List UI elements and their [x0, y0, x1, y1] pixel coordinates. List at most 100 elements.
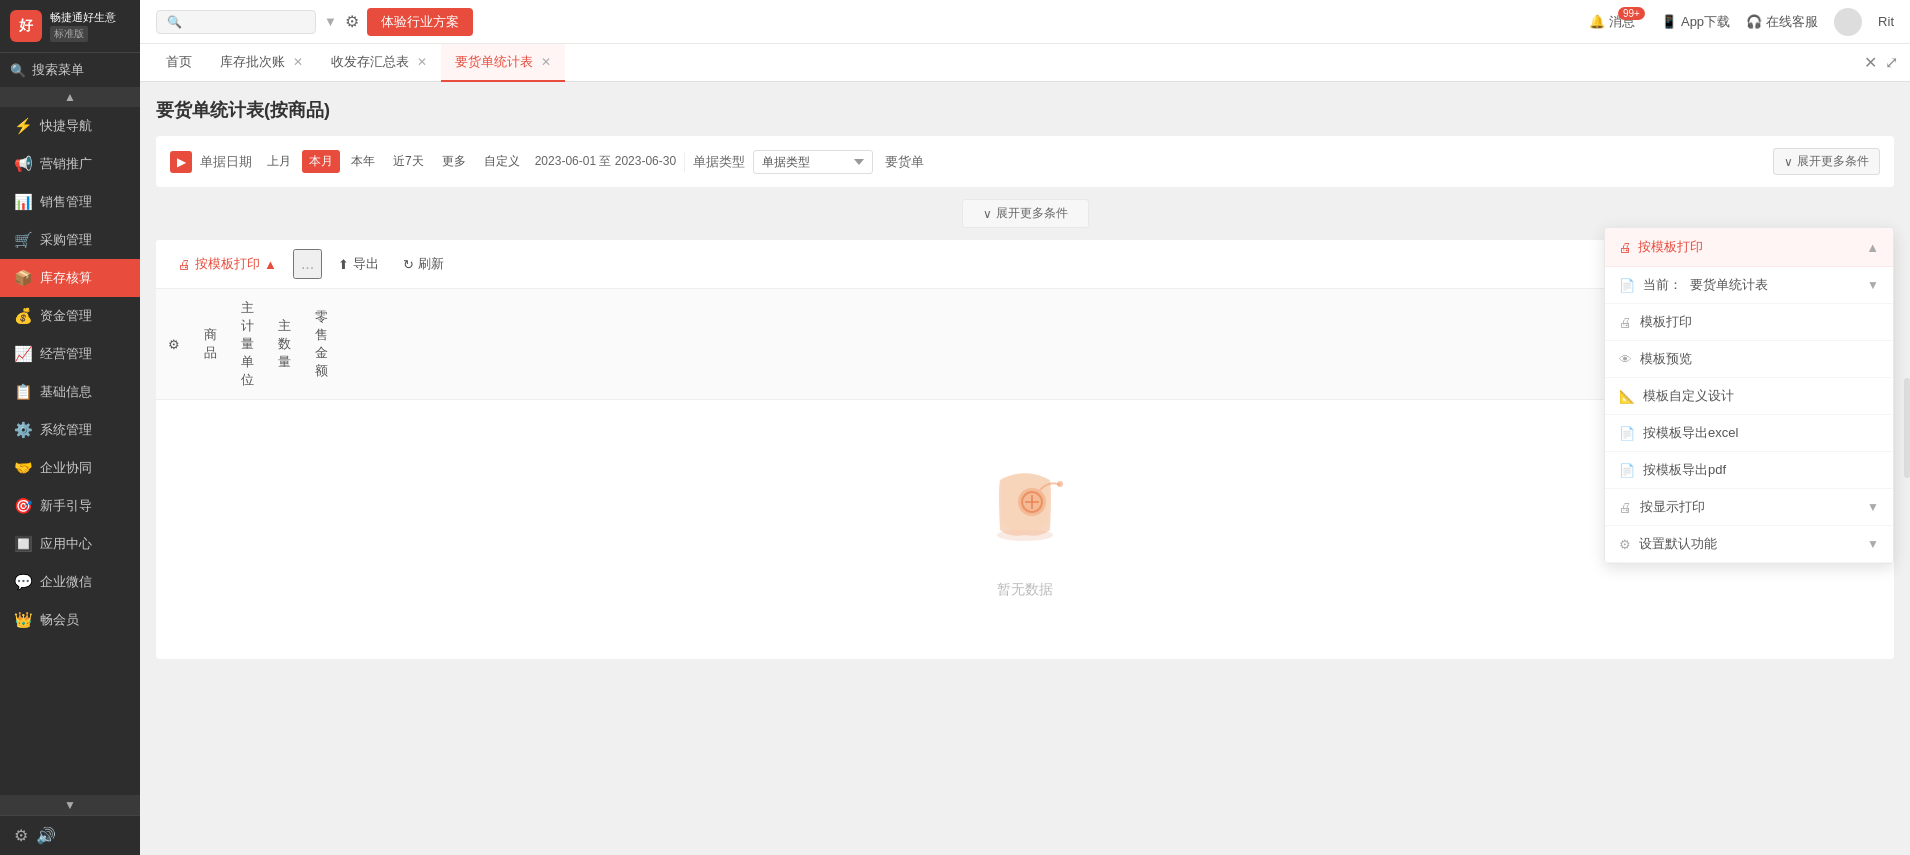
col-settings[interactable]: ⚙: [156, 289, 192, 400]
tab-home[interactable]: 首页: [152, 44, 206, 82]
dropdown-export-excel-icon: 📄: [1619, 426, 1635, 441]
date-btn-last-7-days[interactable]: 近7天: [386, 150, 431, 173]
sidebar-scroll-down[interactable]: ▼: [0, 795, 140, 815]
sidebar-item-wechat[interactable]: 💬 企业微信: [0, 563, 140, 601]
settings-bottom-icon[interactable]: ⚙: [14, 826, 28, 845]
dropdown-header[interactable]: 🖨 按模板打印 ▲: [1605, 228, 1893, 267]
export-btn[interactable]: ⬆ 导出: [330, 251, 387, 277]
date-btn-this-month[interactable]: 本月: [302, 150, 340, 173]
app-logo: 好 畅捷通好生意 标准版: [0, 0, 140, 53]
more-filter-btn[interactable]: ∨ 展开更多条件: [1773, 148, 1880, 175]
sidebar-item-label: 应用中心: [40, 535, 92, 553]
dropdown-template-print[interactable]: 🖨 模板打印: [1605, 304, 1893, 341]
purchase-icon: 🛒: [14, 231, 32, 249]
date-range-display: 2023-06-01 至 2023-06-30: [535, 153, 676, 170]
topbar: 🔍 ▼ ⚙ 体验行业方案 🔔 消息 99+ 📱 App下载 🎧 在线客服 Rit: [140, 0, 1910, 44]
sidebar-item-label: 系统管理: [40, 421, 92, 439]
filter-expand-icon[interactable]: ▶: [170, 151, 192, 173]
sidebar-item-apps[interactable]: 🔲 应用中心: [0, 525, 140, 563]
user-avatar[interactable]: [1834, 8, 1862, 36]
trial-btn[interactable]: 体验行业方案: [367, 8, 473, 36]
tab-inventory-batch[interactable]: 库存批次账 ✕: [206, 44, 317, 82]
window-expand-icon[interactable]: ⤢: [1885, 53, 1898, 72]
sidebar-item-inventory[interactable]: 📦 库存核算: [0, 259, 140, 297]
dropdown-template-preview-icon: 👁: [1619, 352, 1632, 367]
sidebar-item-collab[interactable]: 🤝 企业协同: [0, 449, 140, 487]
dropdown-set-default-label: 设置默认功能: [1639, 535, 1717, 553]
empty-icon: [980, 460, 1070, 569]
sidebar-item-label: 企业协同: [40, 459, 92, 477]
dropdown-display-print-left: 🖨 按显示打印: [1619, 498, 1705, 516]
topbar-chevron-icon[interactable]: ▼: [324, 14, 337, 29]
print-template-btn[interactable]: 🖨 按模板打印 ▲: [170, 251, 285, 277]
dropdown-template-preview[interactable]: 👁 模板预览: [1605, 341, 1893, 378]
dropdown-export-pdf[interactable]: 📄 按模板导出pdf: [1605, 452, 1893, 489]
sidebar-item-marketing[interactable]: 📢 营销推广: [0, 145, 140, 183]
date-btn-custom[interactable]: 自定义: [477, 150, 527, 173]
col-product: 商品: [192, 289, 229, 400]
notification-action[interactable]: 🔔 消息 99+: [1589, 13, 1635, 31]
tab-order-stats[interactable]: 要货单统计表 ✕: [441, 44, 565, 82]
type-select[interactable]: 单据类型 要货单: [753, 150, 873, 174]
refresh-btn[interactable]: ↻ 刷新: [395, 251, 452, 277]
tab-collection-summary-close[interactable]: ✕: [417, 55, 427, 69]
sidebar-scroll-up[interactable]: ▲: [0, 87, 140, 107]
sidebar-item-operation[interactable]: 📈 经营管理: [0, 335, 140, 373]
topbar-search-box[interactable]: 🔍: [156, 10, 316, 34]
refresh-icon: ↻: [403, 257, 414, 272]
sidebar-item-member[interactable]: 👑 畅会员: [0, 601, 140, 639]
sidebar-item-guide[interactable]: 🎯 新手引导: [0, 487, 140, 525]
dropdown-title: 按模板打印: [1638, 238, 1703, 256]
finance-icon: 💰: [14, 307, 32, 325]
sidebar-item-purchase[interactable]: 🛒 采购管理: [0, 221, 140, 259]
app-info: 畅捷通好生意 标准版: [50, 10, 116, 42]
tab-collection-summary[interactable]: 收发存汇总表 ✕: [317, 44, 441, 82]
dropdown-export-excel[interactable]: 📄 按模板导出excel: [1605, 415, 1893, 452]
sidebar-item-basic[interactable]: 📋 基础信息: [0, 373, 140, 411]
dropdown-header-right: ▲: [1866, 240, 1879, 255]
speaker-icon[interactable]: 🔊: [36, 826, 56, 845]
online-service-action[interactable]: 🎧 在线客服: [1746, 13, 1818, 31]
dropdown-current-item[interactable]: 📄 当前： 要货单统计表 ▼: [1605, 267, 1893, 304]
sidebar-item-label: 快捷导航: [40, 117, 92, 135]
order-type-label: 要货单: [885, 153, 924, 171]
sidebar-search[interactable]: 🔍 搜索菜单: [0, 53, 140, 87]
dropdown-display-print[interactable]: 🖨 按显示打印 ▼: [1605, 489, 1893, 526]
date-btn-this-year[interactable]: 本年: [344, 150, 382, 173]
dropdown-export-pdf-label: 按模板导出pdf: [1643, 461, 1726, 479]
col-quantity: 主数量: [266, 289, 303, 400]
dropdown-set-default[interactable]: ⚙ 设置默认功能 ▼: [1605, 526, 1893, 563]
sidebar-item-label: 资金管理: [40, 307, 92, 325]
sidebar-item-system[interactable]: ⚙️ 系统管理: [0, 411, 140, 449]
more-dots-btn[interactable]: ...: [293, 249, 322, 279]
tab-inventory-batch-close[interactable]: ✕: [293, 55, 303, 69]
topbar-search-icon: 🔍: [167, 15, 182, 29]
sidebar-item-finance[interactable]: 💰 资金管理: [0, 297, 140, 335]
dropdown-template-design[interactable]: 📐 模板自定义设计: [1605, 378, 1893, 415]
dropdown-display-print-label: 按显示打印: [1640, 498, 1705, 516]
sidebar-item-label: 经营管理: [40, 345, 92, 363]
dropdown-export-excel-label: 按模板导出excel: [1643, 424, 1738, 442]
sidebar-item-label: 营销推广: [40, 155, 92, 173]
sidebar-item-sales[interactable]: 📊 销售管理: [0, 183, 140, 221]
headset-icon: 🎧: [1746, 14, 1762, 29]
dropdown-chevron-up-icon[interactable]: ▲: [1866, 240, 1879, 255]
main-area: 🔍 ▼ ⚙ 体验行业方案 🔔 消息 99+ 📱 App下载 🎧 在线客服 Rit: [140, 0, 1910, 855]
sidebar-item-label: 采购管理: [40, 231, 92, 249]
quick-nav-icon: ⚡: [14, 117, 32, 135]
app-download-action[interactable]: 📱 App下载: [1661, 13, 1730, 31]
window-close-icon[interactable]: ✕: [1864, 53, 1877, 72]
date-btn-prev-month[interactable]: 上月: [260, 150, 298, 173]
app-tag: 标准版: [50, 26, 88, 42]
date-btn-more[interactable]: 更多: [435, 150, 473, 173]
collab-icon: 🤝: [14, 459, 32, 477]
scrollbar[interactable]: [1904, 378, 1910, 478]
refresh-label: 刷新: [418, 255, 444, 273]
printer-icon: 🖨: [178, 257, 191, 272]
current-chevron-icon: ▼: [1867, 278, 1879, 292]
expand-more-btn[interactable]: ∨ 展开更多条件: [962, 199, 1089, 228]
dropdown-set-default-icon: ⚙: [1619, 537, 1631, 552]
tab-order-stats-close[interactable]: ✕: [541, 55, 551, 69]
topbar-gear-icon[interactable]: ⚙: [345, 12, 359, 31]
sidebar-item-quick-nav[interactable]: ⚡ 快捷导航: [0, 107, 140, 145]
